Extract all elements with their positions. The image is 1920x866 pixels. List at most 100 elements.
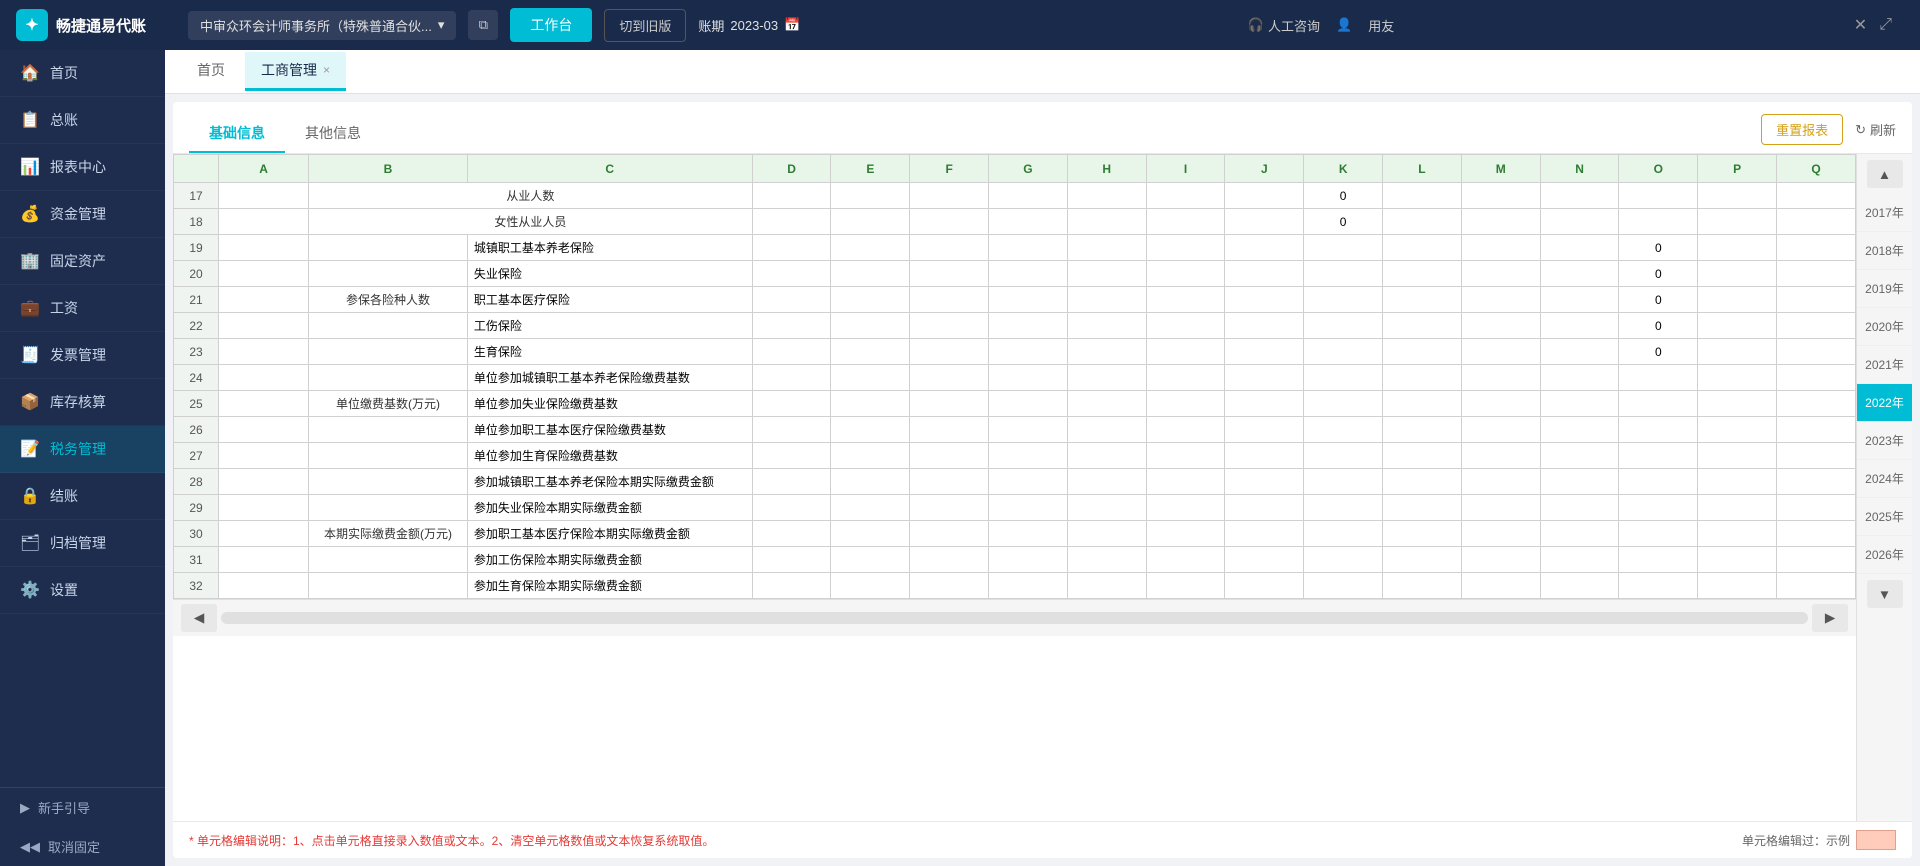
cell-17-N[interactable] <box>1540 183 1619 209</box>
cell-31-M[interactable] <box>1461 547 1540 573</box>
cell-24-J[interactable] <box>1225 365 1304 391</box>
cell-20-C[interactable]: 失业保险 <box>467 261 752 287</box>
cell-21-M[interactable] <box>1461 287 1540 313</box>
cell-18-J[interactable] <box>1225 209 1304 235</box>
sidebar-item-inventory[interactable]: 📦 库存核算 <box>0 379 165 426</box>
year-scroll-down-button[interactable]: ▼ <box>1867 580 1903 608</box>
cell-20-E[interactable] <box>831 261 910 287</box>
cell-19-H[interactable] <box>1067 235 1146 261</box>
year-item-2020[interactable]: 2020年 <box>1857 308 1912 346</box>
cell-25-I[interactable] <box>1146 391 1225 417</box>
cell-29-E[interactable] <box>831 495 910 521</box>
cell-32-N[interactable] <box>1540 573 1619 599</box>
cell-19-K[interactable] <box>1304 235 1383 261</box>
cell-30-F[interactable] <box>910 521 989 547</box>
cell-20-D[interactable] <box>752 261 831 287</box>
cell-30-H[interactable] <box>1067 521 1146 547</box>
cell-21-O[interactable]: 0 <box>1619 287 1698 313</box>
cell-30-M[interactable] <box>1461 521 1540 547</box>
year-item-2022[interactable]: 2022年 <box>1857 384 1912 422</box>
cell-22-C[interactable]: 工伤保险 <box>467 313 752 339</box>
cell-21-F[interactable] <box>910 287 989 313</box>
cell-31-F[interactable] <box>910 547 989 573</box>
cell-28-L[interactable] <box>1383 469 1462 495</box>
sidebar-item-assets[interactable]: 🏢 固定资产 <box>0 238 165 285</box>
cell-23-D[interactable] <box>752 339 831 365</box>
scroll-left-button[interactable]: ◀ <box>181 604 217 632</box>
cell-31-C[interactable]: 参加工伤保险本期实际缴费金额 <box>467 547 752 573</box>
cell-18-N[interactable] <box>1540 209 1619 235</box>
cell-29-M[interactable] <box>1461 495 1540 521</box>
cell-30-D[interactable] <box>752 521 831 547</box>
cell-21-E[interactable] <box>831 287 910 313</box>
cell-21-H[interactable] <box>1067 287 1146 313</box>
cell-24-F[interactable] <box>910 365 989 391</box>
cell-31-N[interactable] <box>1540 547 1619 573</box>
cell-18-F[interactable] <box>910 209 989 235</box>
cell-26-B[interactable] <box>309 417 468 443</box>
cell-29-N[interactable] <box>1540 495 1619 521</box>
cell-28-J[interactable] <box>1225 469 1304 495</box>
cell-32-I[interactable] <box>1146 573 1225 599</box>
cell-26-G[interactable] <box>989 417 1068 443</box>
cell-29-G[interactable] <box>989 495 1068 521</box>
cell-32-F[interactable] <box>910 573 989 599</box>
cell-31-A[interactable] <box>219 547 309 573</box>
cell-30-G[interactable] <box>989 521 1068 547</box>
cell-30-Q[interactable] <box>1777 521 1856 547</box>
cell-30-O[interactable] <box>1619 521 1698 547</box>
cell-27-K[interactable] <box>1304 443 1383 469</box>
cell-18-K[interactable]: 0 <box>1304 209 1383 235</box>
cell-30-K[interactable] <box>1304 521 1383 547</box>
cell-24-B[interactable] <box>309 365 468 391</box>
cell-19-F[interactable] <box>910 235 989 261</box>
cell-29-C[interactable]: 参加失业保险本期实际缴费金额 <box>467 495 752 521</box>
cell-21-J[interactable] <box>1225 287 1304 313</box>
cell-17-Q[interactable] <box>1777 183 1856 209</box>
cell-25-D[interactable] <box>752 391 831 417</box>
cell-27-B[interactable] <box>309 443 468 469</box>
cell-31-G[interactable] <box>989 547 1068 573</box>
cell-19-C[interactable]: 城镇职工基本养老保险 <box>467 235 752 261</box>
cell-21-C[interactable]: 职工基本医疗保险 <box>467 287 752 313</box>
workbench-button[interactable]: 工作台 <box>510 8 592 42</box>
scroll-right-button[interactable]: ▶ <box>1812 604 1848 632</box>
cell-25-C[interactable]: 单位参加失业保险缴费基数 <box>467 391 752 417</box>
cell-23-C[interactable]: 生育保险 <box>467 339 752 365</box>
cell-28-I[interactable] <box>1146 469 1225 495</box>
cell-20-L[interactable] <box>1383 261 1462 287</box>
cell-28-D[interactable] <box>752 469 831 495</box>
sidebar-item-reports[interactable]: 📊 报表中心 <box>0 144 165 191</box>
cell-21-A[interactable] <box>219 287 309 313</box>
cell-25-G[interactable] <box>989 391 1068 417</box>
cell-32-M[interactable] <box>1461 573 1540 599</box>
cell-32-B[interactable] <box>309 573 468 599</box>
cell-26-H[interactable] <box>1067 417 1146 443</box>
cell-18-Q[interactable] <box>1777 209 1856 235</box>
cell-20-O[interactable]: 0 <box>1619 261 1698 287</box>
cell-28-F[interactable] <box>910 469 989 495</box>
cell-29-L[interactable] <box>1383 495 1462 521</box>
cell-17-O[interactable] <box>1619 183 1698 209</box>
cell-23-Q[interactable] <box>1777 339 1856 365</box>
cell-18-G[interactable] <box>989 209 1068 235</box>
cell-27-G[interactable] <box>989 443 1068 469</box>
year-item-2023[interactable]: 2023年 <box>1857 422 1912 460</box>
cell-26-P[interactable] <box>1698 417 1777 443</box>
cell-28-H[interactable] <box>1067 469 1146 495</box>
calendar-icon[interactable]: 📅 <box>784 17 800 33</box>
cell-29-I[interactable] <box>1146 495 1225 521</box>
cell-31-L[interactable] <box>1383 547 1462 573</box>
cell-20-F[interactable] <box>910 261 989 287</box>
cell-19-E[interactable] <box>831 235 910 261</box>
cell-18-I[interactable] <box>1146 209 1225 235</box>
cell-24-A[interactable] <box>219 365 309 391</box>
cell-17-B[interactable]: 从业人数 <box>309 183 753 209</box>
cell-24-C[interactable]: 单位参加城镇职工基本养老保险缴费基数 <box>467 365 752 391</box>
cell-17-A[interactable] <box>219 183 309 209</box>
cell-21-L[interactable] <box>1383 287 1462 313</box>
cell-20-H[interactable] <box>1067 261 1146 287</box>
cell-31-P[interactable] <box>1698 547 1777 573</box>
cell-23-A[interactable] <box>219 339 309 365</box>
cell-18-H[interactable] <box>1067 209 1146 235</box>
